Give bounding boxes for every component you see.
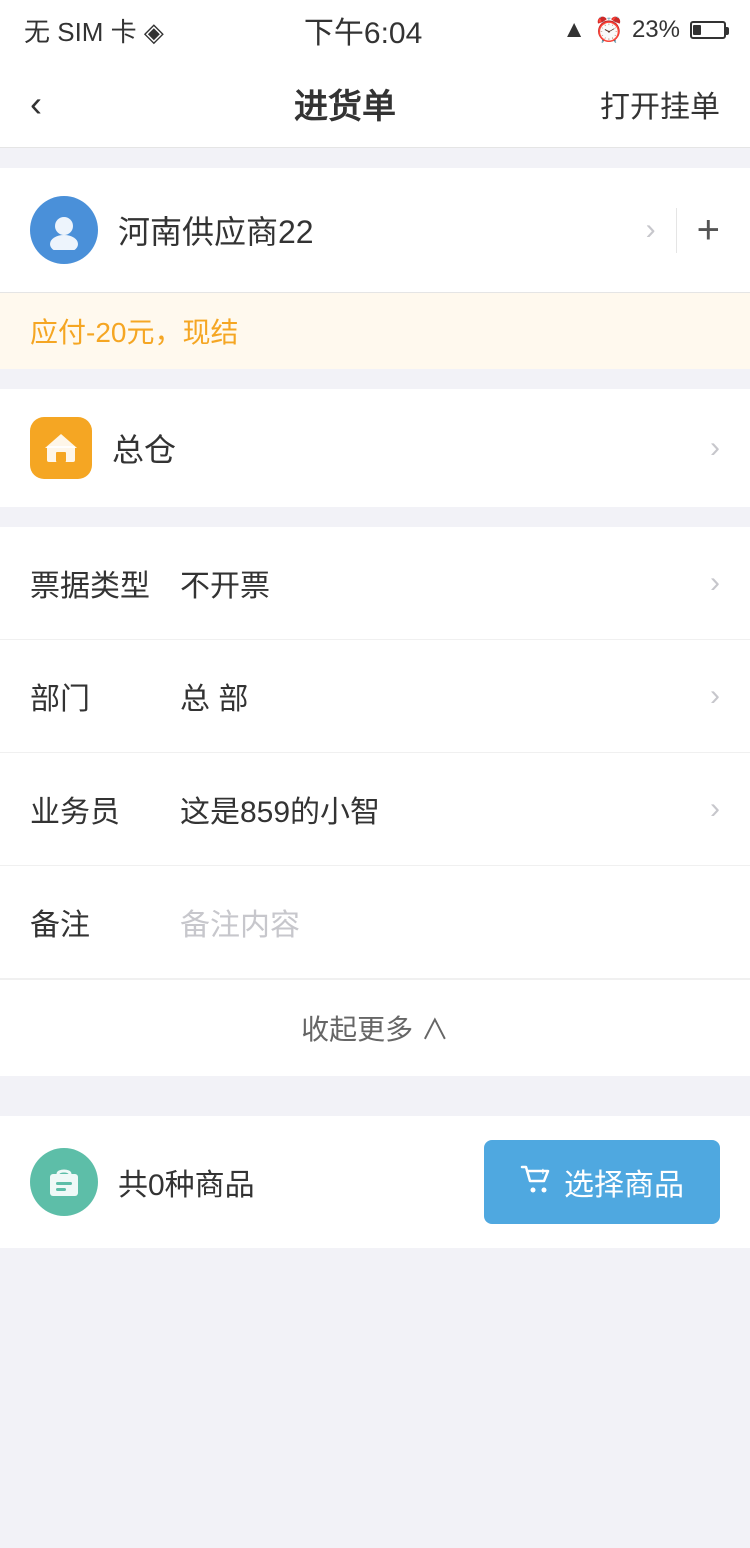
location-icon: ▲: [562, 16, 586, 44]
remark-input[interactable]: 备注内容: [170, 900, 720, 944]
department-chevron-icon: ›: [710, 679, 720, 713]
warehouse-icon: [30, 417, 92, 479]
supplier-row[interactable]: 河南供应商22 › +: [0, 168, 750, 293]
department-row[interactable]: 部门 总 部 ›: [0, 640, 750, 753]
status-right: ▲ ⏰ 23%: [562, 16, 726, 45]
supplier-notice: 应付-20元，现结: [0, 293, 750, 369]
remark-row[interactable]: 备注 备注内容: [0, 866, 750, 979]
alarm-icon: ⏰: [594, 16, 624, 45]
salesperson-label: 业务员: [30, 787, 170, 831]
page-title: 进货单: [294, 79, 396, 128]
remark-label: 备注: [30, 900, 170, 944]
product-bar: 共0种商品 + 选择商品: [0, 1116, 750, 1248]
warehouse-row[interactable]: 总仓 ›: [0, 389, 750, 507]
status-time: 下午6:04: [304, 8, 422, 52]
supplier-avatar: [30, 196, 98, 264]
salesperson-chevron-icon: ›: [710, 792, 720, 826]
nav-bar: ‹ 进货单 打开挂单: [0, 60, 750, 148]
battery-percent: 23%: [632, 16, 680, 44]
salesperson-value: 这是859的小智: [170, 787, 710, 831]
salesperson-row[interactable]: 业务员 这是859的小智 ›: [0, 753, 750, 866]
invoice-type-value: 不开票: [170, 561, 710, 605]
select-product-label: 选择商品: [564, 1160, 684, 1204]
collapse-button[interactable]: 收起更多 ∧: [301, 1008, 449, 1048]
supplier-chevron-icon: ›: [646, 213, 656, 247]
svg-text:+: +: [540, 1167, 546, 1178]
section-gap-1: [0, 148, 750, 168]
bottom-area: [0, 1248, 750, 1548]
invoice-type-chevron-icon: ›: [710, 566, 720, 600]
status-left: 无 SIM 卡 ◈: [24, 12, 164, 49]
sim-status: 无 SIM 卡 ◈: [24, 12, 164, 49]
department-value: 总 部: [170, 674, 710, 718]
section-gap-3: [0, 507, 750, 527]
supplier-section: 河南供应商22 › + 应付-20元，现结: [0, 168, 750, 369]
cart-icon: +: [520, 1165, 552, 1200]
department-label: 部门: [30, 674, 170, 718]
invoice-type-label: 票据类型: [30, 561, 170, 605]
warehouse-name: 总仓: [112, 425, 710, 471]
collapse-row[interactable]: 收起更多 ∧: [0, 979, 750, 1076]
section-gap-4: [0, 1076, 750, 1096]
supplier-add-button[interactable]: +: [676, 208, 720, 253]
back-button[interactable]: ‹: [30, 83, 90, 125]
supplier-name: 河南供应商22: [118, 207, 646, 253]
section-gap-2: [0, 369, 750, 389]
status-bar: 无 SIM 卡 ◈ 下午6:04 ▲ ⏰ 23%: [0, 0, 750, 60]
warehouse-chevron-icon: ›: [710, 431, 720, 465]
product-count: 共0种商品: [118, 1160, 484, 1204]
form-section: 票据类型 不开票 › 部门 总 部 › 业务员 这是859的小智 › 备注 备注…: [0, 527, 750, 1076]
open-pending-button[interactable]: 打开挂单: [600, 82, 720, 126]
product-icon: [30, 1148, 98, 1216]
warehouse-section[interactable]: 总仓 ›: [0, 389, 750, 507]
invoice-type-row[interactable]: 票据类型 不开票 ›: [0, 527, 750, 640]
select-product-button[interactable]: + 选择商品: [484, 1140, 720, 1224]
battery-icon: [690, 21, 726, 39]
